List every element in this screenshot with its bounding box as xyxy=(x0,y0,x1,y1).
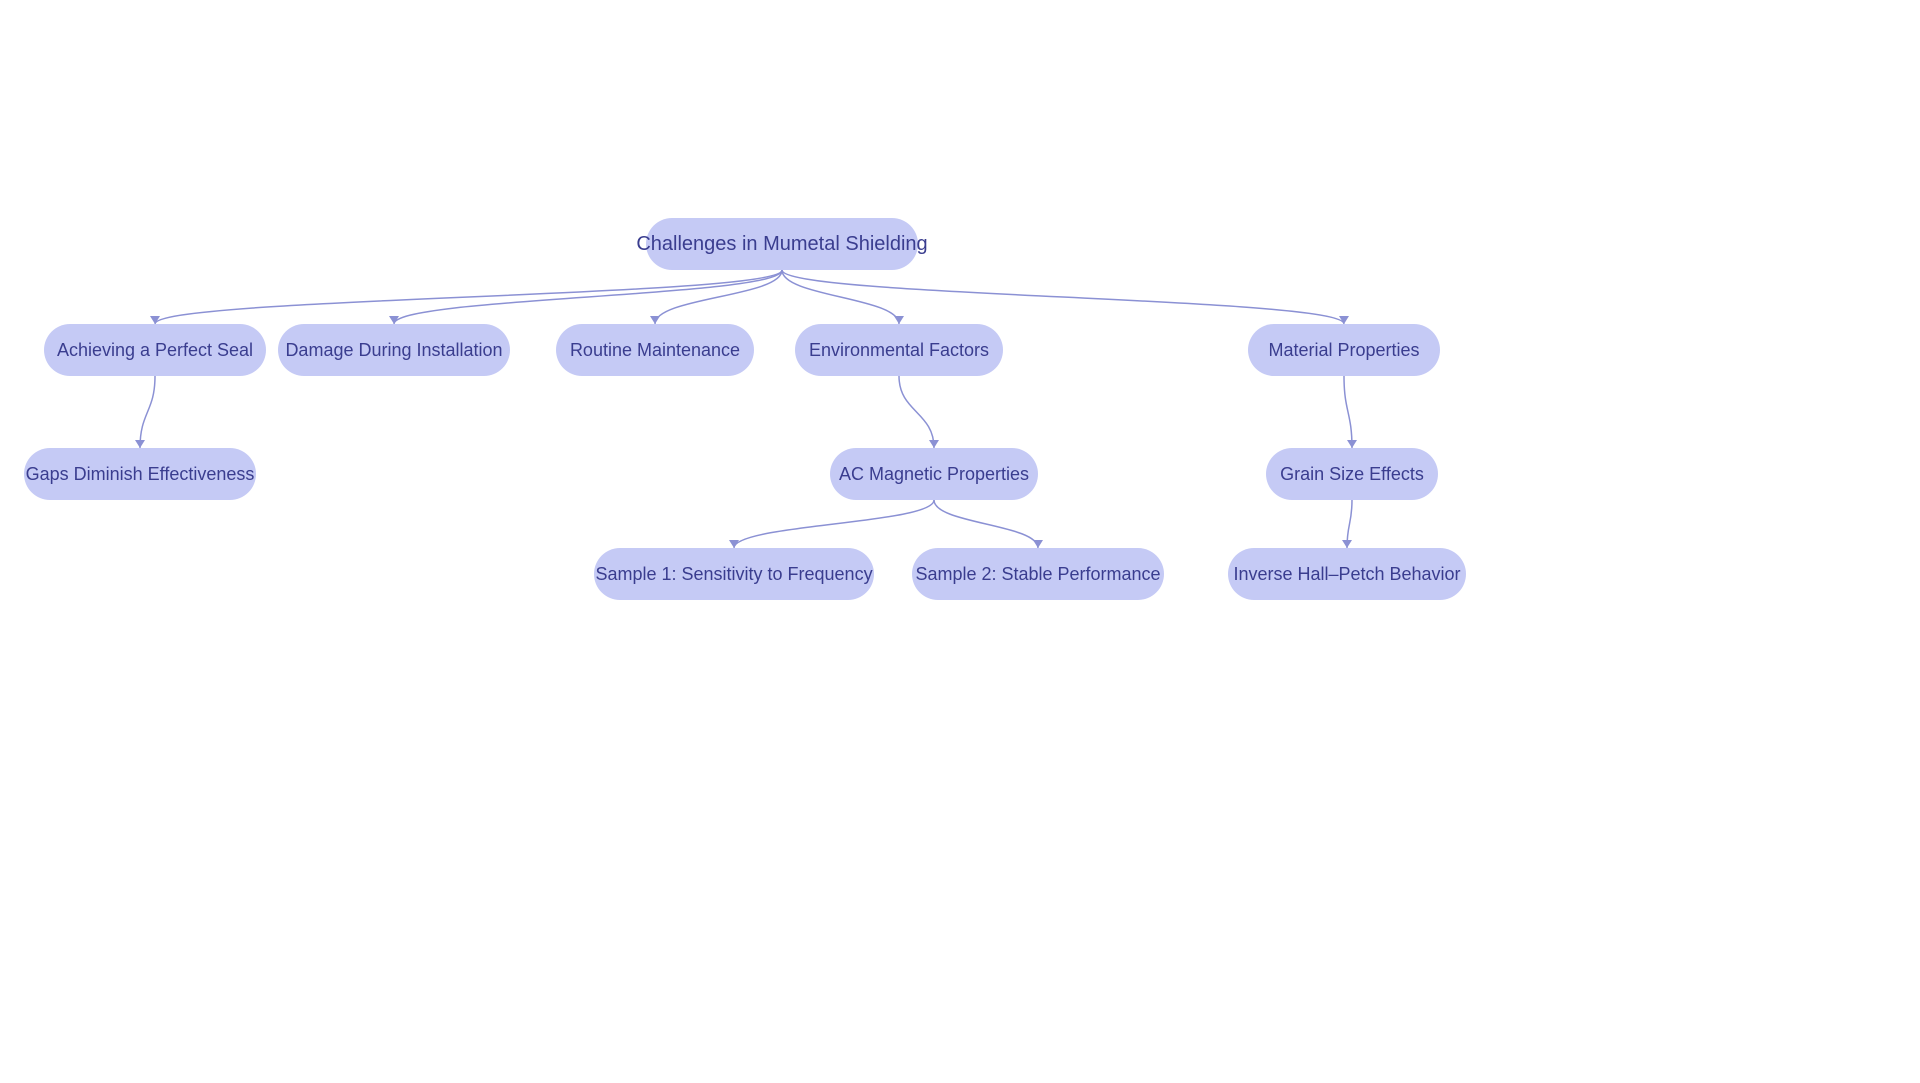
node-n1: Achieving a Perfect Seal xyxy=(44,324,266,376)
node-n5a: Grain Size Effects xyxy=(1266,448,1438,500)
node-n3: Routine Maintenance xyxy=(556,324,754,376)
node-n4a2: Sample 2: Stable Performance xyxy=(912,548,1164,600)
node-n2: Damage During Installation xyxy=(278,324,510,376)
node-root: Challenges in Mumetal Shielding xyxy=(646,218,918,270)
node-n4a: AC Magnetic Properties xyxy=(830,448,1038,500)
diagram: Challenges in Mumetal Shielding Achieving… xyxy=(0,0,1920,1083)
node-n1a: Gaps Diminish Effectiveness xyxy=(24,448,256,500)
node-n5b: Inverse Hall–Petch Behavior xyxy=(1228,548,1466,600)
node-n4: Environmental Factors xyxy=(795,324,1003,376)
node-n5: Material Properties xyxy=(1248,324,1440,376)
node-n4a1: Sample 1: Sensitivity to Frequency xyxy=(594,548,874,600)
